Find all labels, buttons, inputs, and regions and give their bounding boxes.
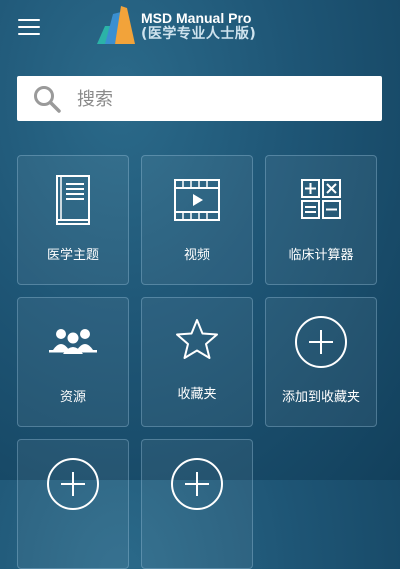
- tile-label: 收藏夹: [177, 387, 217, 402]
- book-icon: [56, 175, 90, 225]
- tile-medical-topics[interactable]: 医学主题: [17, 155, 129, 285]
- tile-label: 视频: [183, 248, 210, 263]
- tile-add-to-favorites[interactable]: 添加到收藏夹: [265, 297, 377, 427]
- app-title: MSD Manual Pro (医学专业人士版): [141, 10, 256, 42]
- hamburger-menu-icon[interactable]: [18, 17, 42, 37]
- tile-label: 添加到收藏夹: [281, 390, 360, 405]
- tile-label: 资源: [59, 390, 86, 405]
- tile-favorites[interactable]: 收藏夹: [141, 297, 253, 427]
- add-circle-icon: [171, 458, 223, 510]
- tile-videos[interactable]: 视频: [141, 155, 253, 285]
- tile-label: 临床计算器: [288, 248, 354, 263]
- star-icon: [176, 319, 218, 359]
- app-title-line1: MSD Manual Pro: [141, 10, 252, 26]
- tile-resources[interactable]: 资源: [17, 297, 129, 427]
- app-header: MSD Manual Pro (医学专业人士版): [0, 0, 400, 56]
- tile-add-favorite-slot[interactable]: [141, 439, 253, 569]
- add-circle-icon: [295, 316, 347, 368]
- tile-clinical-calculators[interactable]: 临床计算器: [265, 155, 377, 285]
- search-icon: [34, 86, 61, 113]
- app-title-line2: (医学专业人士版): [141, 26, 257, 42]
- search-bar[interactable]: [17, 76, 382, 123]
- search-input[interactable]: [75, 76, 369, 123]
- people-group-icon: [49, 329, 97, 354]
- msd-manual-logo-icon: [97, 6, 135, 44]
- add-circle-icon: [47, 458, 99, 510]
- tile-label: 医学主题: [46, 248, 99, 263]
- calculator-icon: [301, 179, 341, 219]
- video-film-icon: [174, 179, 220, 221]
- tile-add-favorite-slot[interactable]: [17, 439, 129, 569]
